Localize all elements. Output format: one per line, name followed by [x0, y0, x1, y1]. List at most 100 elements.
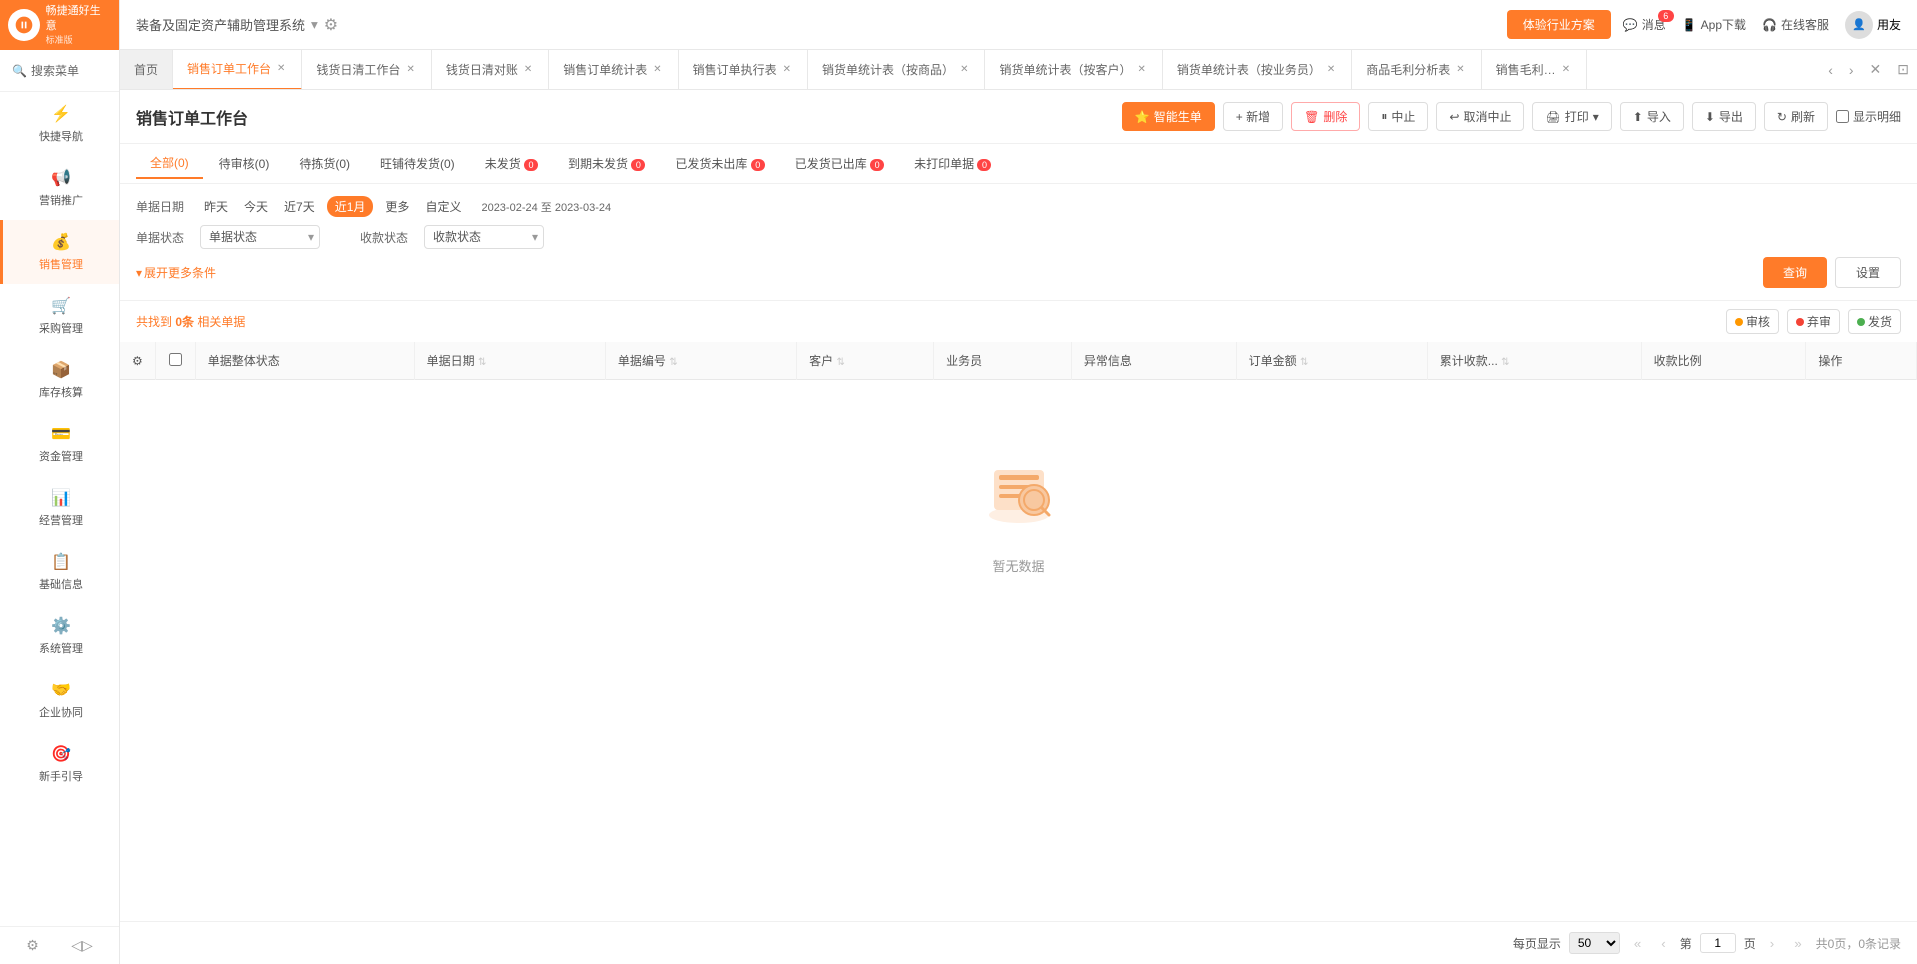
delete-button[interactable]: 🗑 删除 [1291, 102, 1360, 131]
sidebar-item-marketing[interactable]: 📢 营销推广 [0, 156, 119, 220]
batch-abandon-button[interactable]: 弃审 [1787, 309, 1840, 334]
sidebar-item-basic[interactable]: 📋 基础信息 [0, 540, 119, 604]
sub-tab-not-printed[interactable]: 未打印单据 0 [900, 149, 1005, 178]
cancel-pause-button[interactable]: ↩ 取消中止 [1436, 102, 1524, 131]
date-opt-today[interactable]: 今天 [240, 196, 272, 217]
status-select[interactable]: 单据状态 [200, 225, 320, 249]
received-sort-icon[interactable]: ⇅ [1501, 357, 1509, 368]
add-button[interactable]: + 新增 [1223, 102, 1283, 131]
th-date[interactable]: 单据日期 ⇅ [414, 342, 605, 380]
date-opt-7days[interactable]: 近7天 [280, 196, 319, 217]
tab-sales-more[interactable]: 销售毛利… ✕ [1482, 50, 1587, 90]
online-service-button[interactable]: 🎧 在线客服 [1762, 16, 1829, 33]
import-button[interactable]: ⬆ 导入 [1620, 102, 1684, 131]
tab-sales-stat-staff-close[interactable]: ✕ [1325, 63, 1337, 76]
tab-home[interactable]: 首页 [120, 50, 173, 90]
sub-tab-pending-pickup[interactable]: 待拣货(0) [285, 149, 364, 178]
number-sort-icon[interactable]: ⇅ [669, 357, 677, 368]
topbar-settings-button[interactable]: ⚙ [324, 15, 338, 35]
message-button[interactable]: 💬 消息 6 [1623, 16, 1666, 33]
tab-sales-stat-product-close[interactable]: ✕ [958, 63, 970, 76]
sub-tab-not-shipped[interactable]: 未发货 0 [471, 149, 552, 178]
tab-fullscreen[interactable]: ⊡ [1889, 50, 1917, 90]
select-all-checkbox[interactable] [169, 353, 182, 366]
page-first-button[interactable]: « [1628, 934, 1647, 953]
sub-tab-shipped-not-out[interactable]: 已发货未出库 0 [661, 149, 778, 178]
tab-goods-margin-label: 商品毛利分析表 [1366, 61, 1450, 78]
filter-setting-button[interactable]: 设置 [1835, 257, 1901, 288]
th-customer[interactable]: 客户 ⇅ [797, 342, 934, 380]
sidebar-item-business[interactable]: 📊 经营管理 [0, 476, 119, 540]
page-next-button[interactable]: › [1764, 934, 1780, 953]
sidebar-settings-button[interactable]: ⚙ [26, 937, 39, 954]
tab-sales-exec[interactable]: 销售订单执行表 ✕ [679, 50, 808, 90]
pause-button[interactable]: ⏸ 中止 [1368, 102, 1428, 131]
app-download-button[interactable]: 📱 App下载 [1682, 16, 1746, 33]
batch-review-button[interactable]: 审核 [1726, 309, 1779, 334]
system-dropdown-button[interactable]: ▾ [311, 17, 318, 33]
th-amount[interactable]: 订单金额 ⇅ [1236, 342, 1427, 380]
tab-sales-more-close[interactable]: ✕ [1560, 63, 1572, 76]
tab-nav-prev[interactable]: ‹ [1820, 50, 1841, 90]
show-detail-input[interactable] [1836, 110, 1849, 123]
export-button[interactable]: ⬇ 导出 [1692, 102, 1756, 131]
print-button[interactable]: 🖨 打印 ▾ [1532, 102, 1611, 131]
tab-sales-stat[interactable]: 销售订单统计表 ✕ [549, 50, 678, 90]
show-detail-checkbox[interactable]: 显示明细 [1836, 108, 1901, 125]
date-opt-custom[interactable]: 自定义 [421, 196, 465, 217]
search-menu-button[interactable]: 🔍 搜索菜单 [8, 58, 111, 83]
sidebar-item-purchase[interactable]: 🛒 采购管理 [0, 284, 119, 348]
tab-sales-stat-close[interactable]: ✕ [651, 63, 663, 76]
sidebar-item-enterprise[interactable]: 🤝 企业协同 [0, 668, 119, 732]
date-sort-icon[interactable]: ⇅ [478, 357, 486, 368]
query-button[interactable]: 查询 [1763, 257, 1827, 288]
sidebar-item-quick-nav[interactable]: ⚡ 快捷导航 [0, 92, 119, 156]
sidebar-item-guide[interactable]: 🎯 新手引导 [0, 732, 119, 796]
tab-cash-reconcile[interactable]: 钱货日清对账 ✕ [432, 50, 549, 90]
tab-cash-daily[interactable]: 钱货日清工作台 ✕ [302, 50, 431, 90]
sidebar-collapse-button[interactable]: ◁▷ [71, 937, 93, 954]
sidebar-item-inventory[interactable]: 📦 库存核算 [0, 348, 119, 412]
th-number[interactable]: 单据编号 ⇅ [605, 342, 796, 380]
tab-cash-reconcile-close[interactable]: ✕ [522, 63, 534, 76]
tab-sales-exec-close[interactable]: ✕ [781, 63, 793, 76]
tab-sales-stat-product[interactable]: 销货单统计表（按商品） ✕ [808, 50, 985, 90]
batch-ship-button[interactable]: 发货 [1848, 309, 1901, 334]
customer-sort-icon[interactable]: ⇅ [836, 357, 844, 368]
tab-sales-workbench[interactable]: 销售订单工作台 ✕ [173, 50, 302, 90]
th-received[interactable]: 累计收款... ⇅ [1427, 342, 1641, 380]
sub-tab-all[interactable]: 全部(0) [136, 148, 203, 179]
sub-tab-pending-review[interactable]: 待审核(0) [205, 149, 284, 178]
date-opt-more[interactable]: 更多 [381, 196, 413, 217]
tab-cash-daily-close[interactable]: ✕ [404, 63, 416, 76]
sidebar-item-sales[interactable]: 💰 销售管理 [0, 220, 119, 284]
tab-sales-workbench-close[interactable]: ✕ [275, 62, 287, 75]
th-date-label: 单据日期 [427, 354, 475, 368]
refresh-button[interactable]: ↻ 刷新 [1764, 102, 1828, 131]
page-size-select[interactable]: 50 100 200 [1569, 932, 1620, 954]
sub-tab-not-printed-label: 未打印单据 [914, 157, 974, 171]
sidebar-item-finance[interactable]: 💳 资金管理 [0, 412, 119, 476]
date-opt-yesterday[interactable]: 昨天 [200, 196, 232, 217]
sidebar-item-system[interactable]: ⚙️ 系统管理 [0, 604, 119, 668]
industry-solution-button[interactable]: 体验行业方案 [1507, 10, 1611, 39]
tab-goods-margin-close[interactable]: ✕ [1454, 63, 1466, 76]
expand-more-button[interactable]: ▾ 展开更多条件 [136, 264, 216, 281]
user-menu[interactable]: 👤 用友 [1845, 11, 1901, 39]
page-prev-button[interactable]: ‹ [1655, 934, 1671, 953]
tab-sales-stat-customer[interactable]: 销货单统计表（按客户） ✕ [985, 50, 1162, 90]
tab-sales-stat-customer-close[interactable]: ✕ [1135, 63, 1147, 76]
sub-tab-shipped-out[interactable]: 已发货已出库 0 [781, 149, 898, 178]
sub-tab-wangpu[interactable]: 旺铺待发货(0) [366, 149, 469, 178]
tab-close-all[interactable]: ✕ [1862, 50, 1890, 90]
date-opt-1month[interactable]: 近1月 [327, 196, 374, 217]
smart-create-button[interactable]: ⭐ 智能生单 [1122, 102, 1215, 131]
tab-nav-next[interactable]: › [1841, 50, 1862, 90]
page-input[interactable] [1700, 933, 1736, 953]
sub-tab-overdue-not-shipped[interactable]: 到期未发货 0 [554, 149, 659, 178]
tab-goods-margin[interactable]: 商品毛利分析表 ✕ [1352, 50, 1481, 90]
payment-select[interactable]: 收款状态 [424, 225, 544, 249]
page-last-button[interactable]: » [1788, 934, 1807, 953]
amount-sort-icon[interactable]: ⇅ [1300, 357, 1308, 368]
tab-sales-stat-staff[interactable]: 销货单统计表（按业务员） ✕ [1163, 50, 1352, 90]
